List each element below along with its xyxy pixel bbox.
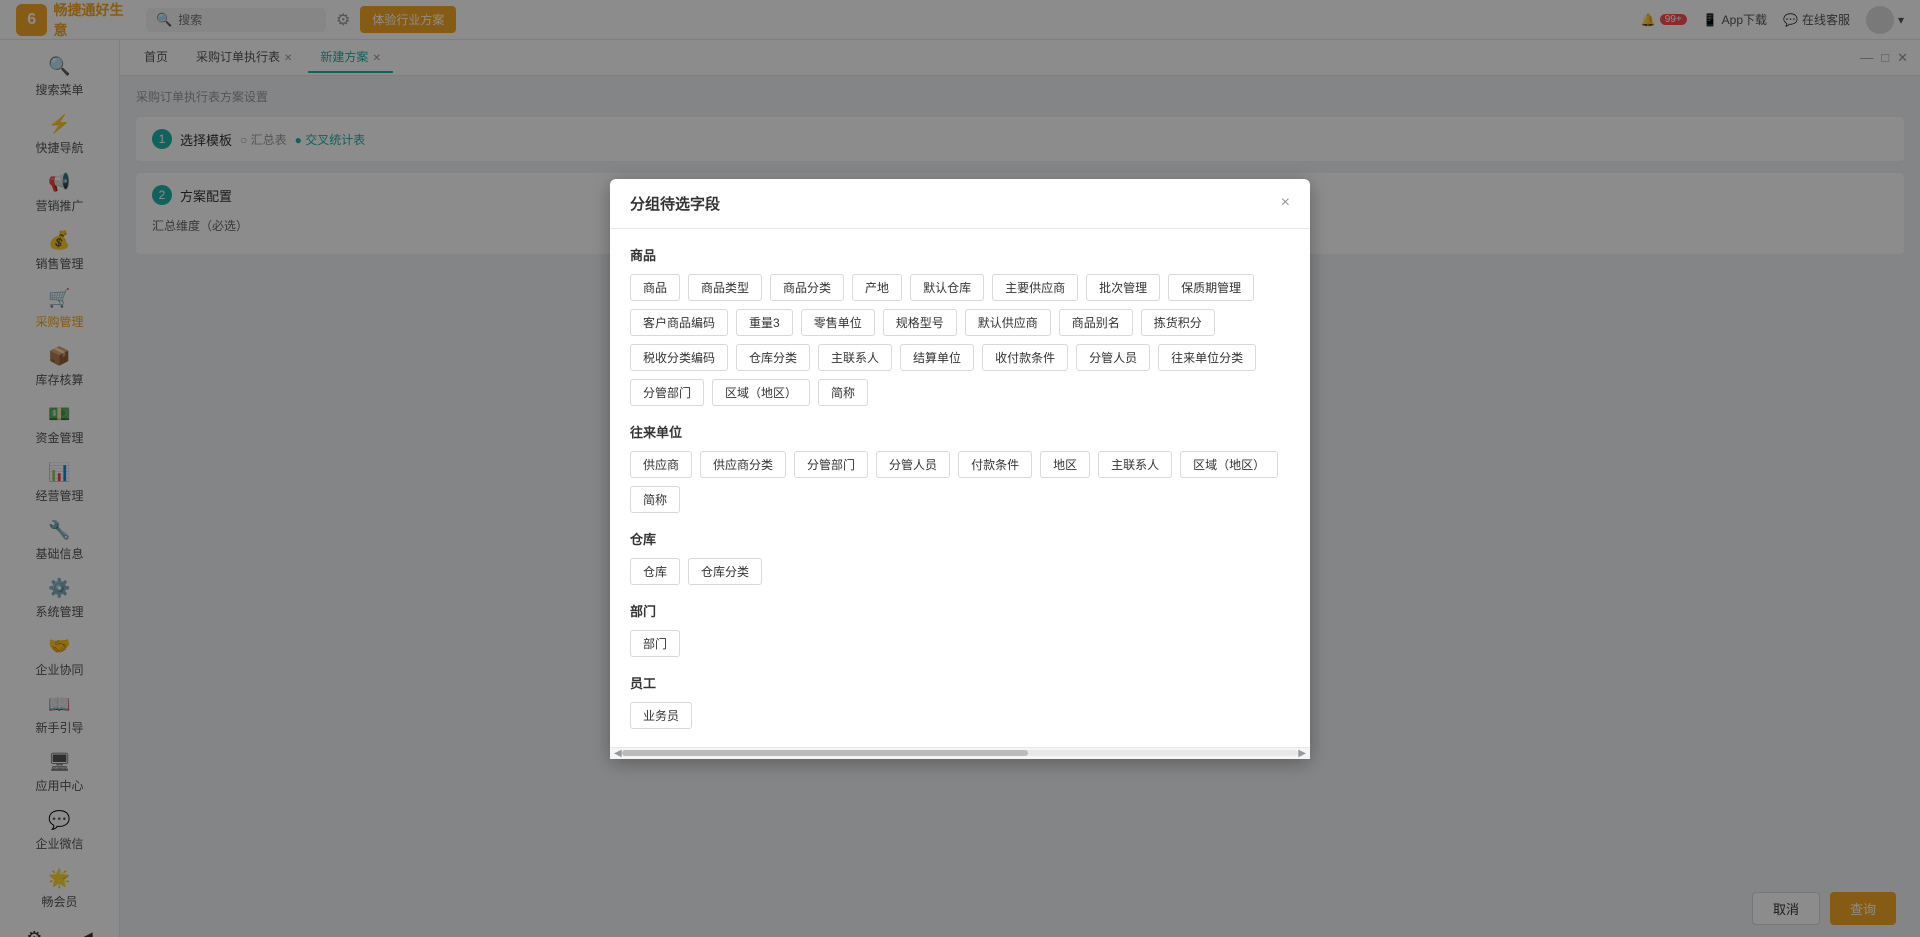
field-section-1: 往来单位供应商供应商分类分管部门分管人员付款条件地区主联系人区域（地区） 简称 (630, 422, 1290, 513)
field-tag-0-10[interactable]: 零售单位 (801, 309, 875, 336)
scroll-right-arrow[interactable]: ▶ (1298, 748, 1306, 759)
field-tags-0: 商品商品类型商品分类产地默认仓库主要供应商批次管理保质期管理客户商品编码重量3 零… (630, 274, 1290, 406)
field-tag-0-15[interactable]: 税收分类编码 (630, 344, 728, 371)
modal-header: 分组待选字段 × (610, 179, 1310, 229)
field-tag-0-22[interactable]: 分管部门 (630, 379, 704, 406)
scroll-left-arrow[interactable]: ◀ (614, 748, 622, 759)
modal-title: 分组待选字段 (630, 193, 720, 214)
field-tag-2-1[interactable]: 仓库分类 (688, 558, 762, 585)
field-tag-0-23[interactable]: 区域（地区） (712, 379, 810, 406)
horizontal-scrollbar-track[interactable] (622, 750, 1299, 756)
field-tag-1-3[interactable]: 分管人员 (876, 451, 950, 478)
field-tag-1-0[interactable]: 供应商 (630, 451, 692, 478)
field-tag-0-6[interactable]: 批次管理 (1086, 274, 1160, 301)
field-tag-0-16[interactable]: 仓库分类 (736, 344, 810, 371)
field-tag-0-17[interactable]: 主联系人 (818, 344, 892, 371)
field-tag-0-18[interactable]: 结算单位 (900, 344, 974, 371)
field-tag-0-9[interactable]: 重量3 (736, 309, 793, 336)
field-tag-0-12[interactable]: 默认供应商 (965, 309, 1051, 336)
field-tag-0-21[interactable]: 往来单位分类 (1158, 344, 1256, 371)
section-title-4: 员工 (630, 673, 1290, 692)
modal-body: 商品商品商品类型商品分类产地默认仓库主要供应商批次管理保质期管理客户商品编码重量… (610, 229, 1310, 747)
field-tag-0-8[interactable]: 客户商品编码 (630, 309, 728, 336)
field-tag-0-5[interactable]: 主要供应商 (992, 274, 1078, 301)
field-section-4: 员工业务员 (630, 673, 1290, 729)
field-tag-0-19[interactable]: 收付款条件 (982, 344, 1068, 371)
section-title-0: 商品 (630, 245, 1290, 264)
field-select-modal: 分组待选字段 × 商品商品商品类型商品分类产地默认仓库主要供应商批次管理保质期管… (610, 179, 1310, 759)
field-tag-0-1[interactable]: 商品类型 (688, 274, 762, 301)
section-title-3: 部门 (630, 601, 1290, 620)
field-tags-4: 业务员 (630, 702, 1290, 729)
field-tag-0-11[interactable]: 规格型号 (883, 309, 957, 336)
field-tag-3-0[interactable]: 部门 (630, 630, 680, 657)
field-tag-4-0[interactable]: 业务员 (630, 702, 692, 729)
horizontal-scrollbar-thumb[interactable] (622, 750, 1028, 756)
section-title-2: 仓库 (630, 529, 1290, 548)
field-tag-1-7[interactable]: 区域（地区） (1180, 451, 1278, 478)
field-tag-0-2[interactable]: 商品分类 (770, 274, 844, 301)
modal-overlay: 分组待选字段 × 商品商品商品类型商品分类产地默认仓库主要供应商批次管理保质期管… (0, 0, 1920, 937)
field-section-0: 商品商品商品类型商品分类产地默认仓库主要供应商批次管理保质期管理客户商品编码重量… (630, 245, 1290, 406)
field-tag-1-4[interactable]: 付款条件 (958, 451, 1032, 478)
field-tag-0-7[interactable]: 保质期管理 (1168, 274, 1254, 301)
field-tag-1-2[interactable]: 分管部门 (794, 451, 868, 478)
field-tag-0-13[interactable]: 商品别名 (1059, 309, 1133, 336)
field-section-2: 仓库仓库仓库分类 (630, 529, 1290, 585)
modal-bottom-scrollbar[interactable]: ◀ ▶ (610, 747, 1310, 759)
field-tag-0-14[interactable]: 拣货积分 (1141, 309, 1215, 336)
field-tag-2-0[interactable]: 仓库 (630, 558, 680, 585)
field-tags-3: 部门 (630, 630, 1290, 657)
field-tag-1-1[interactable]: 供应商分类 (700, 451, 786, 478)
field-tag-0-24[interactable]: 简称 (818, 379, 868, 406)
field-tag-0-4[interactable]: 默认仓库 (910, 274, 984, 301)
field-tags-1: 供应商供应商分类分管部门分管人员付款条件地区主联系人区域（地区） 简称 (630, 451, 1290, 513)
field-tag-1-8[interactable]: 简称 (630, 486, 680, 513)
field-tag-1-6[interactable]: 主联系人 (1098, 451, 1172, 478)
field-section-3: 部门部门 (630, 601, 1290, 657)
field-tag-0-3[interactable]: 产地 (852, 274, 902, 301)
field-tags-2: 仓库仓库分类 (630, 558, 1290, 585)
modal-close-button[interactable]: × (1281, 194, 1290, 212)
section-title-1: 往来单位 (630, 422, 1290, 441)
field-tag-0-0[interactable]: 商品 (630, 274, 680, 301)
field-tag-0-20[interactable]: 分管人员 (1076, 344, 1150, 371)
field-tag-1-5[interactable]: 地区 (1040, 451, 1090, 478)
